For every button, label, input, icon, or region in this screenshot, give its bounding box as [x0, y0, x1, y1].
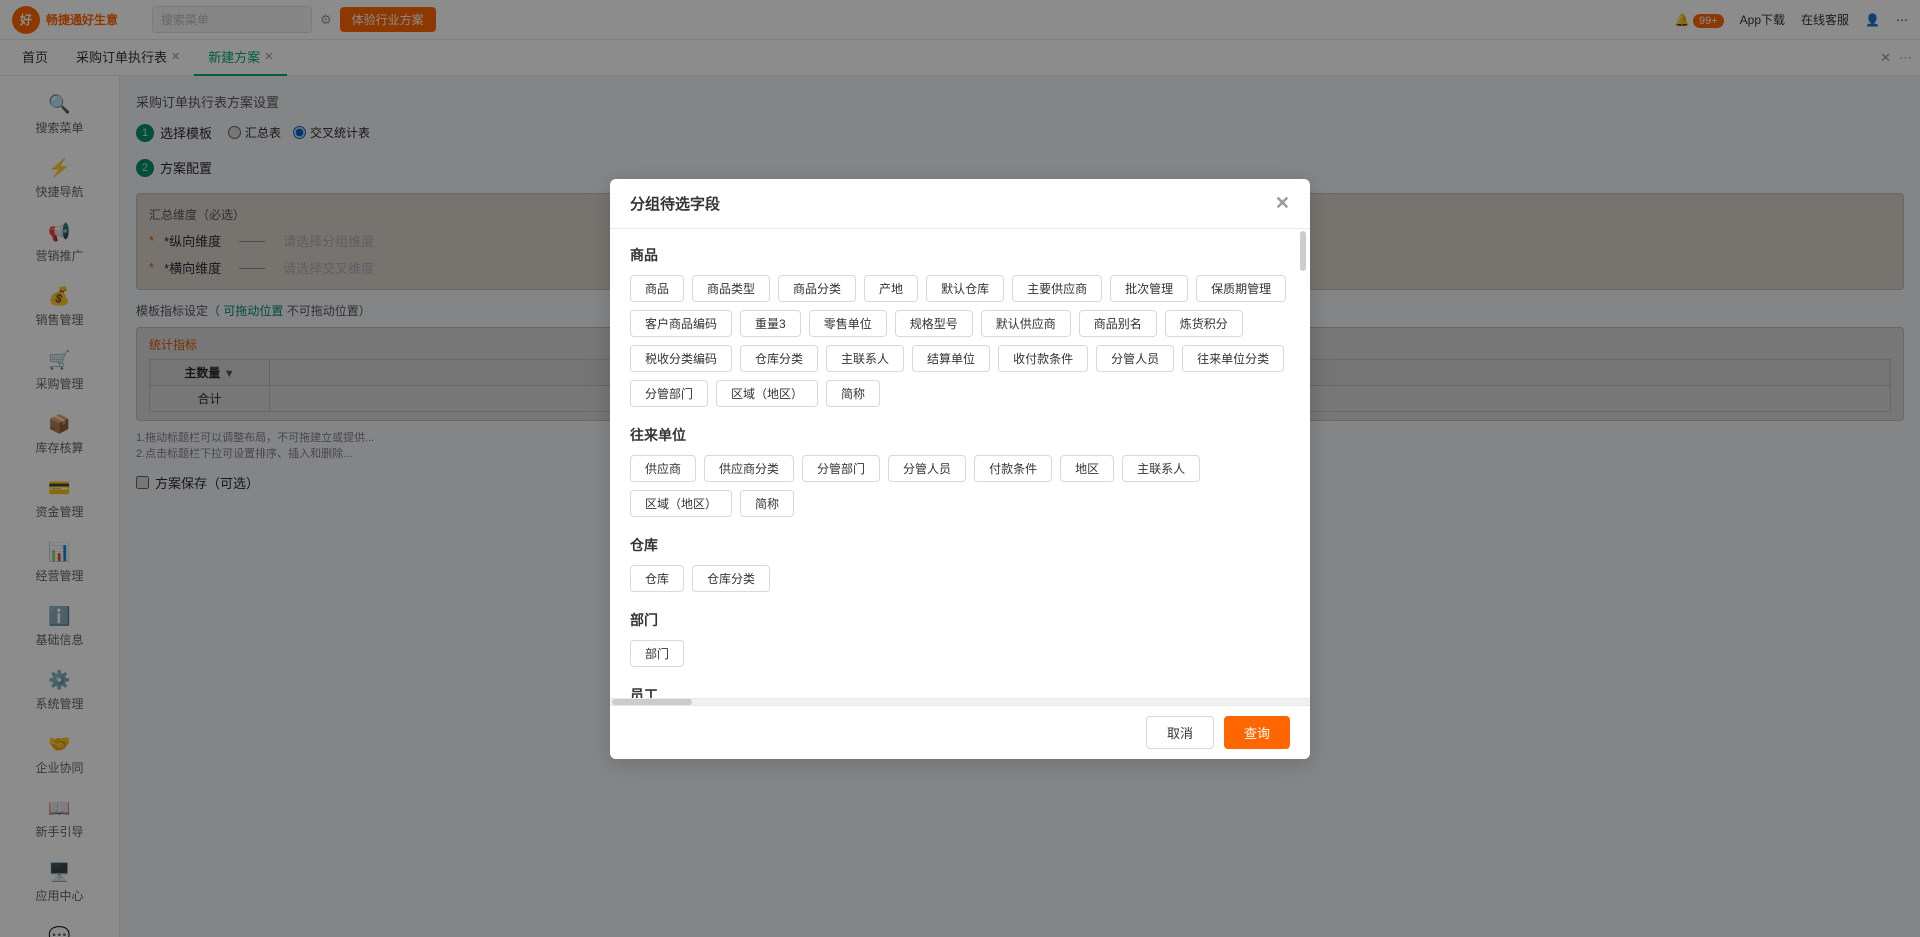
- tag-warehouse-1[interactable]: 仓库分类: [692, 565, 770, 592]
- tag-goods-6[interactable]: 批次管理: [1110, 275, 1188, 302]
- group-staff-title: 员工: [630, 685, 1290, 698]
- tag-partner-5[interactable]: 地区: [1060, 455, 1114, 482]
- tag-partner-0[interactable]: 供应商: [630, 455, 696, 482]
- tag-partner-4[interactable]: 付款条件: [974, 455, 1052, 482]
- field-select-modal: 分组待选字段 ✕ 商品 商品 商品类型 商品分类 产地 默认仓库 主要供应商 批…: [610, 179, 1310, 759]
- group-partner-title: 往来单位: [630, 425, 1290, 445]
- field-group-warehouse: 仓库 仓库 仓库分类: [630, 535, 1290, 592]
- field-group-partner: 往来单位 供应商 供应商分类 分管部门 分管人员 付款条件 地区 主联系人 区域…: [630, 425, 1290, 517]
- tag-partner-6[interactable]: 主联系人: [1122, 455, 1200, 482]
- cancel-button[interactable]: 取消: [1146, 716, 1214, 749]
- group-goods-tags: 商品 商品类型 商品分类 产地 默认仓库 主要供应商 批次管理 保质期管理 客户…: [630, 275, 1290, 407]
- tag-goods-23[interactable]: 区域（地区）: [716, 380, 818, 407]
- tag-goods-14[interactable]: 炼货积分: [1165, 310, 1243, 337]
- tag-goods-5[interactable]: 主要供应商: [1012, 275, 1102, 302]
- tag-goods-7[interactable]: 保质期管理: [1196, 275, 1286, 302]
- group-dept-tags: 部门: [630, 640, 1290, 667]
- tag-partner-7[interactable]: 区域（地区）: [630, 490, 732, 517]
- tag-goods-9[interactable]: 重量3: [740, 310, 801, 337]
- tag-goods-4[interactable]: 默认仓库: [926, 275, 1004, 302]
- modal-header: 分组待选字段 ✕: [610, 179, 1310, 229]
- tag-partner-8[interactable]: 简称: [740, 490, 794, 517]
- modal-title: 分组待选字段: [630, 193, 720, 214]
- modal-overlay: 分组待选字段 ✕ 商品 商品 商品类型 商品分类 产地 默认仓库 主要供应商 批…: [0, 0, 1920, 937]
- tag-goods-13[interactable]: 商品别名: [1079, 310, 1157, 337]
- tag-goods-12[interactable]: 默认供应商: [981, 310, 1071, 337]
- tag-goods-10[interactable]: 零售单位: [809, 310, 887, 337]
- field-group-goods: 商品 商品 商品类型 商品分类 产地 默认仓库 主要供应商 批次管理 保质期管理…: [630, 245, 1290, 407]
- modal-footer: 取消 查询: [610, 705, 1310, 759]
- tag-partner-1[interactable]: 供应商分类: [704, 455, 794, 482]
- tag-goods-20[interactable]: 分管人员: [1096, 345, 1174, 372]
- tag-goods-19[interactable]: 收付款条件: [998, 345, 1088, 372]
- group-dept-title: 部门: [630, 610, 1290, 630]
- tag-goods-8[interactable]: 客户商品编码: [630, 310, 732, 337]
- modal-horizontal-scrollbar[interactable]: [610, 698, 1310, 705]
- tag-goods-24[interactable]: 简称: [826, 380, 880, 407]
- tag-goods-1[interactable]: 商品类型: [692, 275, 770, 302]
- tag-warehouse-0[interactable]: 仓库: [630, 565, 684, 592]
- tag-goods-0[interactable]: 商品: [630, 275, 684, 302]
- tag-goods-16[interactable]: 仓库分类: [740, 345, 818, 372]
- tag-goods-18[interactable]: 结算单位: [912, 345, 990, 372]
- modal-body: 商品 商品 商品类型 商品分类 产地 默认仓库 主要供应商 批次管理 保质期管理…: [610, 229, 1310, 698]
- tag-partner-3[interactable]: 分管人员: [888, 455, 966, 482]
- tag-goods-17[interactable]: 主联系人: [826, 345, 904, 372]
- tag-goods-11[interactable]: 规格型号: [895, 310, 973, 337]
- group-partner-tags: 供应商 供应商分类 分管部门 分管人员 付款条件 地区 主联系人 区域（地区） …: [630, 455, 1290, 517]
- modal-scroll-track: [1300, 231, 1306, 707]
- field-group-staff: 员工 业务员: [630, 685, 1290, 698]
- tag-goods-21[interactable]: 往来单位分类: [1182, 345, 1284, 372]
- tag-goods-3[interactable]: 产地: [864, 275, 918, 302]
- group-warehouse-tags: 仓库 仓库分类: [630, 565, 1290, 592]
- group-goods-title: 商品: [630, 245, 1290, 265]
- field-group-dept: 部门 部门: [630, 610, 1290, 667]
- tag-partner-2[interactable]: 分管部门: [802, 455, 880, 482]
- tag-dept-0[interactable]: 部门: [630, 640, 684, 667]
- confirm-button[interactable]: 查询: [1224, 716, 1290, 749]
- tag-goods-2[interactable]: 商品分类: [778, 275, 856, 302]
- modal-scroll-bar: [1300, 231, 1306, 271]
- modal-close-button[interactable]: ✕: [1275, 193, 1290, 214]
- tag-goods-22[interactable]: 分管部门: [630, 380, 708, 407]
- tag-goods-15[interactable]: 税收分类编码: [630, 345, 732, 372]
- group-warehouse-title: 仓库: [630, 535, 1290, 555]
